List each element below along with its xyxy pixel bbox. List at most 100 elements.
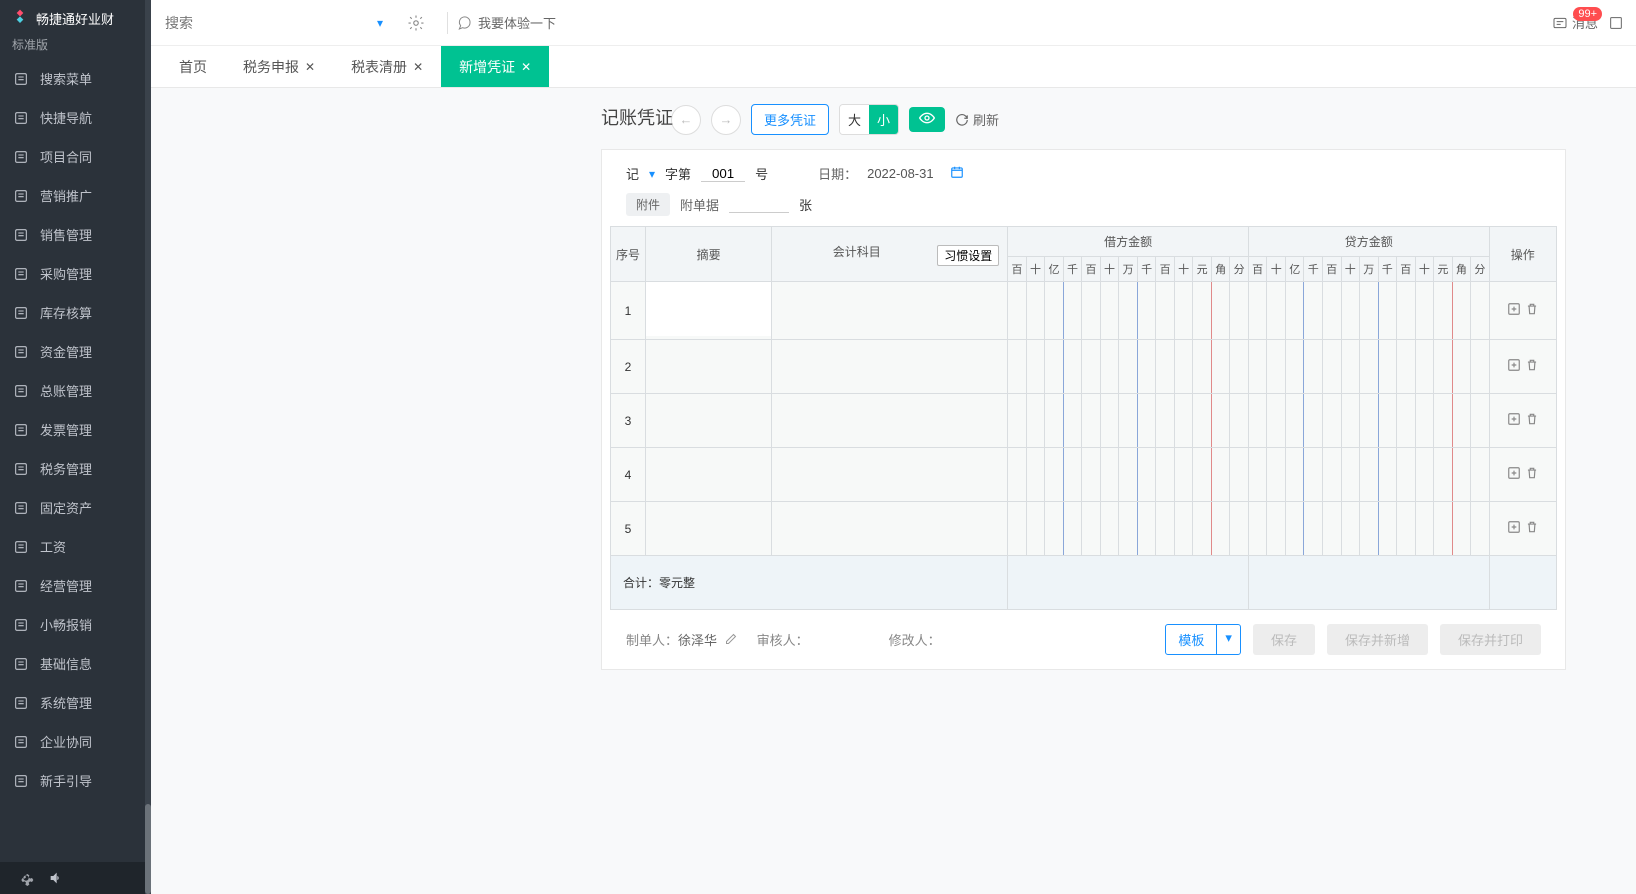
- amount-digit[interactable]: [1360, 282, 1379, 340]
- calendar-icon[interactable]: [950, 165, 964, 182]
- sidebar-ledger[interactable]: 总账管理: [0, 371, 145, 410]
- template-button[interactable]: 模板 ▾: [1165, 624, 1241, 655]
- delete-row-icon[interactable]: [1525, 358, 1539, 375]
- sidebar-basic[interactable]: 基础信息: [0, 644, 145, 683]
- amount-digit[interactable]: [1341, 394, 1360, 448]
- gear-icon[interactable]: [18, 870, 34, 886]
- amount-digit[interactable]: [1174, 282, 1193, 340]
- amount-digit[interactable]: [1248, 282, 1267, 340]
- amount-digit[interactable]: [1230, 502, 1249, 556]
- tab-首页[interactable]: 首页: [161, 46, 225, 87]
- delete-row-icon[interactable]: [1525, 302, 1539, 319]
- amount-digit[interactable]: [1100, 394, 1119, 448]
- amount-digit[interactable]: [1452, 394, 1471, 448]
- attachment-count-input[interactable]: [729, 197, 789, 213]
- amount-digit[interactable]: [1471, 448, 1490, 502]
- amount-digit[interactable]: [1063, 502, 1082, 556]
- sidebar-reimburse[interactable]: 小畅报销: [0, 605, 145, 644]
- amount-digit[interactable]: [1193, 282, 1212, 340]
- amount-digit[interactable]: [1285, 502, 1304, 556]
- add-row-icon[interactable]: [1507, 302, 1521, 319]
- amount-digit[interactable]: [1360, 340, 1379, 394]
- subject-cell[interactable]: [772, 448, 1008, 502]
- voucher-type[interactable]: 记: [626, 164, 639, 183]
- amount-digit[interactable]: [1230, 282, 1249, 340]
- feedback-link[interactable]: 我要体验一下: [456, 13, 556, 32]
- amount-digit[interactable]: [1026, 282, 1045, 340]
- delete-row-icon[interactable]: [1525, 520, 1539, 537]
- sidebar-quicknav[interactable]: 快捷导航: [0, 98, 145, 137]
- amount-digit[interactable]: [1378, 340, 1397, 394]
- amount-digit[interactable]: [1434, 502, 1453, 556]
- amount-digit[interactable]: [1267, 394, 1286, 448]
- amount-digit[interactable]: [1193, 394, 1212, 448]
- sidebar-assets[interactable]: 固定资产: [0, 488, 145, 527]
- amount-digit[interactable]: [1137, 394, 1156, 448]
- amount-digit[interactable]: [1026, 394, 1045, 448]
- amount-digit[interactable]: [1415, 502, 1434, 556]
- amount-digit[interactable]: [1304, 340, 1323, 394]
- expand-icon[interactable]: [1608, 15, 1624, 31]
- amount-digit[interactable]: [1045, 502, 1064, 556]
- amount-digit[interactable]: [1119, 282, 1138, 340]
- amount-digit[interactable]: [1211, 448, 1230, 502]
- amount-digit[interactable]: [1193, 340, 1212, 394]
- amount-digit[interactable]: [1378, 282, 1397, 340]
- delete-row-icon[interactable]: [1525, 412, 1539, 429]
- amount-digit[interactable]: [1156, 448, 1175, 502]
- sidebar-salary[interactable]: 工资: [0, 527, 145, 566]
- amount-digit[interactable]: [1471, 394, 1490, 448]
- amount-digit[interactable]: [1100, 282, 1119, 340]
- amount-digit[interactable]: [1174, 394, 1193, 448]
- amount-digit[interactable]: [1156, 502, 1175, 556]
- summary-cell[interactable]: [645, 340, 771, 394]
- amount-digit[interactable]: [1415, 282, 1434, 340]
- amount-digit[interactable]: [1322, 502, 1341, 556]
- save-print-button[interactable]: 保存并打印: [1440, 624, 1541, 655]
- summary-cell[interactable]: [645, 448, 771, 502]
- amount-digit[interactable]: [1248, 394, 1267, 448]
- amount-digit[interactable]: [1045, 282, 1064, 340]
- amount-digit[interactable]: [1397, 282, 1416, 340]
- subject-cell[interactable]: [772, 340, 1008, 394]
- search-input[interactable]: [163, 9, 383, 37]
- amount-digit[interactable]: [1434, 448, 1453, 502]
- amount-digit[interactable]: [1471, 340, 1490, 394]
- close-icon[interactable]: ✕: [413, 60, 423, 74]
- amount-digit[interactable]: [1193, 502, 1212, 556]
- amount-digit[interactable]: [1137, 282, 1156, 340]
- amount-digit[interactable]: [1119, 502, 1138, 556]
- refresh-button[interactable]: 刷新: [955, 110, 999, 129]
- summary-input[interactable]: [646, 282, 771, 336]
- amount-digit[interactable]: [1304, 502, 1323, 556]
- amount-digit[interactable]: [1452, 340, 1471, 394]
- amount-digit[interactable]: [1267, 448, 1286, 502]
- amount-digit[interactable]: [1008, 394, 1027, 448]
- sidebar-search[interactable]: 搜索菜单: [0, 59, 145, 98]
- amount-digit[interactable]: [1119, 394, 1138, 448]
- volume-icon[interactable]: [48, 870, 64, 886]
- sidebar-marketing[interactable]: 营销推广: [0, 176, 145, 215]
- amount-digit[interactable]: [1360, 394, 1379, 448]
- amount-digit[interactable]: [1082, 282, 1101, 340]
- amount-digit[interactable]: [1156, 394, 1175, 448]
- amount-digit[interactable]: [1100, 340, 1119, 394]
- amount-digit[interactable]: [1230, 448, 1249, 502]
- add-row-icon[interactable]: [1507, 358, 1521, 375]
- amount-digit[interactable]: [1322, 282, 1341, 340]
- amount-digit[interactable]: [1471, 282, 1490, 340]
- amount-digit[interactable]: [1304, 394, 1323, 448]
- amount-digit[interactable]: [1026, 448, 1045, 502]
- amount-digit[interactable]: [1360, 448, 1379, 502]
- amount-digit[interactable]: [1045, 340, 1064, 394]
- amount-digit[interactable]: [1193, 448, 1212, 502]
- amount-digit[interactable]: [1156, 340, 1175, 394]
- sidebar-purchase[interactable]: 采购管理: [0, 254, 145, 293]
- amount-digit[interactable]: [1137, 502, 1156, 556]
- amount-digit[interactable]: [1119, 340, 1138, 394]
- amount-digit[interactable]: [1397, 394, 1416, 448]
- amount-digit[interactable]: [1082, 502, 1101, 556]
- amount-digit[interactable]: [1230, 340, 1249, 394]
- size-small-button[interactable]: 小: [869, 105, 898, 134]
- amount-digit[interactable]: [1045, 394, 1064, 448]
